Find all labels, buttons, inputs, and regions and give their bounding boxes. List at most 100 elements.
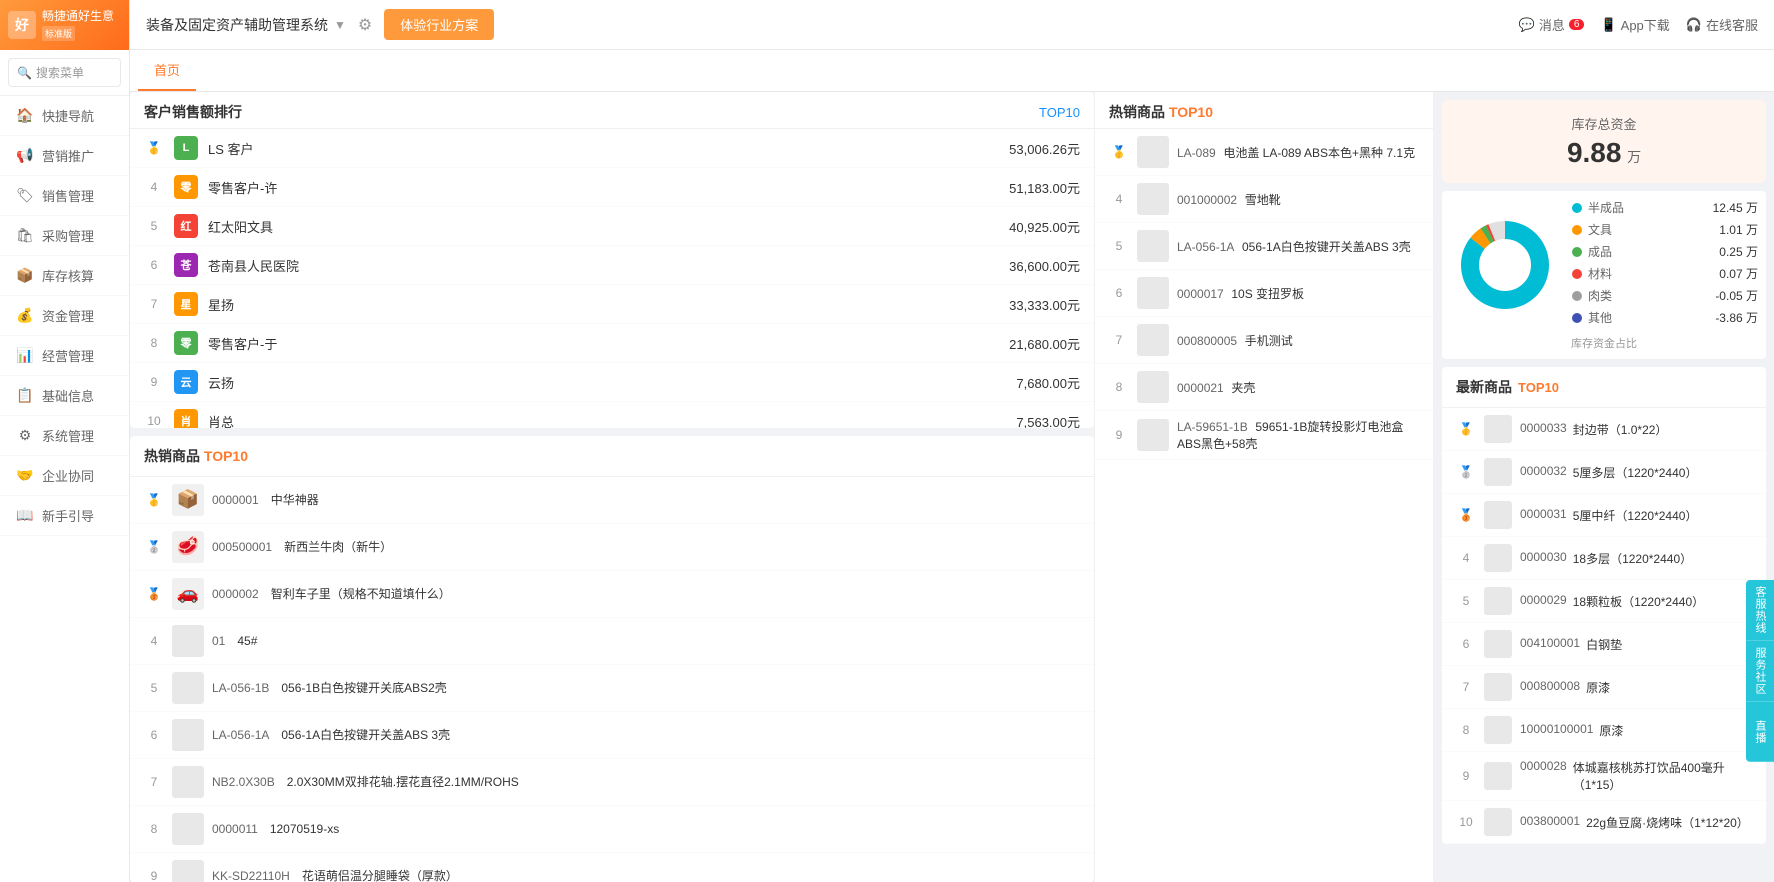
float-btn-service[interactable]: 客服热线 bbox=[1746, 580, 1774, 641]
sidebar-item-sales[interactable]: 🏷 销售管理 bbox=[0, 176, 129, 216]
rank-number: 8 bbox=[144, 822, 164, 836]
product-placeholder bbox=[1484, 808, 1512, 836]
list-item: 5 0000029 18颗粒板（1220*2440） bbox=[1442, 580, 1766, 623]
table-row: 10 肖 肖总 7,563.00元 bbox=[130, 402, 1094, 428]
product-placeholder bbox=[1137, 183, 1169, 215]
list-item: 4 001000002 雪地靴 bbox=[1095, 176, 1433, 223]
avatar: 星 bbox=[174, 292, 198, 316]
trial-button[interactable]: 体验行业方案 bbox=[384, 9, 494, 40]
product-placeholder bbox=[1484, 544, 1512, 572]
float-buttons: 客服热线 服务社区 直播 bbox=[1746, 580, 1774, 762]
sidebar-item-finance[interactable]: 💰 资金管理 bbox=[0, 296, 129, 336]
list-item: 🥇 0000033 封边带（1.0*22） bbox=[1442, 408, 1766, 451]
list-item: 8 0000011 12070519-xs bbox=[130, 806, 1094, 853]
tab-home[interactable]: 首页 bbox=[138, 50, 196, 91]
sidebar-item-basics[interactable]: 📋 基础信息 bbox=[0, 376, 129, 416]
search-menu-button[interactable]: 🔍 搜索菜单 bbox=[8, 58, 121, 87]
rank-number: 8 bbox=[1109, 380, 1129, 394]
settings-icon[interactable]: ⚙ bbox=[358, 15, 372, 35]
sidebar-item-quick-nav[interactable]: 🏠 快捷导航 bbox=[0, 96, 129, 136]
list-item: 7 000800008 原漆 bbox=[1442, 666, 1766, 709]
rank-number: 7 bbox=[1109, 333, 1129, 347]
rank-number: 4 bbox=[1456, 551, 1476, 565]
app-download-button[interactable]: 📱 App下载 bbox=[1600, 15, 1669, 34]
list-item: 4 01 45# bbox=[130, 618, 1094, 665]
sidebar-item-operations[interactable]: 📊 经营管理 bbox=[0, 336, 129, 376]
product-info: 004100001 白钢垫 bbox=[1520, 636, 1752, 653]
chart-inner: 半成品 12.45 万 文具 1.01 万 成品 0.25 万 bbox=[1450, 199, 1758, 331]
legend-dot-icon bbox=[1572, 247, 1582, 257]
sidebar-item-purchase[interactable]: 🛍 采购管理 bbox=[0, 216, 129, 256]
inventory-label: 库存总资金 bbox=[1458, 114, 1750, 133]
online-service-button[interactable]: 🎧 在线客服 bbox=[1686, 15, 1758, 34]
product-placeholder bbox=[1484, 762, 1512, 790]
sidebar-header: 好 畅捷通好生意 标准版 bbox=[0, 0, 129, 50]
rank-number: 4 bbox=[1109, 192, 1129, 206]
list-item: 🥉 🚗 0000002 智利车子里（规格不知道填什么） bbox=[130, 571, 1094, 618]
rank-number: 5 bbox=[1456, 594, 1476, 608]
list-item: 6 LA-056-1A 056-1A白色按键开关盖ABS 3壳 bbox=[130, 712, 1094, 759]
inventory-chart-section: 半成品 12.45 万 文具 1.01 万 成品 0.25 万 bbox=[1442, 191, 1766, 359]
logo-icon: 好 bbox=[8, 11, 36, 39]
list-item: 6 004100001 白钢垫 bbox=[1442, 623, 1766, 666]
sidebar-item-system[interactable]: ⚙ 系统管理 bbox=[0, 416, 129, 456]
legend-item-finished: 成品 0.25 万 bbox=[1572, 243, 1758, 260]
product-placeholder bbox=[1137, 371, 1169, 403]
product-placeholder bbox=[1137, 230, 1169, 262]
product-placeholder bbox=[1484, 630, 1512, 658]
search-section: 🔍 搜索菜单 bbox=[0, 50, 129, 96]
list-item: 🥈 🥩 000500001 新西兰牛肉（新牛） bbox=[130, 524, 1094, 571]
avatar: 云 bbox=[174, 370, 198, 394]
customer-ranking-card: 客户销售额排行 TOP10 🥇 L LS 客户 53,006.26元 4 零 零… bbox=[130, 92, 1094, 428]
avatar: 零 bbox=[174, 175, 198, 199]
list-item: 10 003800001 22g鱼豆腐·烧烤味（1*12*20） bbox=[1442, 801, 1766, 844]
rank-number: 9 bbox=[1456, 769, 1476, 783]
list-item: 🥉 0000031 5厘中纤（1220*2440） bbox=[1442, 494, 1766, 537]
sidebar-item-inventory[interactable]: 📦 库存核算 bbox=[0, 256, 129, 296]
nav-menu: 🏠 快捷导航 📢 营销推广 🏷 销售管理 🛍 采购管理 📦 库存核算 💰 资金管… bbox=[0, 96, 129, 536]
table-row: 5 红 红太阳文具 40,925.00元 bbox=[130, 207, 1094, 246]
donut-svg bbox=[1450, 210, 1560, 320]
product-info: 0000033 封边带（1.0*22） bbox=[1520, 421, 1752, 438]
finance-icon: 💰 bbox=[16, 307, 34, 325]
legend-item-semifinished: 半成品 12.45 万 bbox=[1572, 199, 1758, 216]
topbar-right: 💬 消息 6 📱 App下载 🎧 在线客服 bbox=[1519, 15, 1758, 34]
operations-icon: 📊 bbox=[16, 347, 34, 365]
guide-icon: 📖 bbox=[16, 507, 34, 525]
sidebar-item-cooperation[interactable]: 🤝 企业协同 bbox=[0, 456, 129, 496]
product-info: 0000032 5厘多层（1220*2440） bbox=[1520, 464, 1752, 481]
table-row: 8 零 零售客户-于 21,680.00元 bbox=[130, 324, 1094, 363]
rank-number: 8 bbox=[1456, 723, 1476, 737]
product-placeholder bbox=[1137, 419, 1169, 451]
rank-number: 9 bbox=[144, 375, 164, 389]
product-info: 0000031 5厘中纤（1220*2440） bbox=[1520, 507, 1752, 524]
product-placeholder bbox=[1484, 501, 1512, 529]
inventory-unit: 万 bbox=[1627, 149, 1641, 165]
table-row: 6 苍 苍南县人民医院 36,600.00元 bbox=[130, 246, 1094, 285]
message-button[interactable]: 💬 消息 6 bbox=[1519, 15, 1585, 34]
product-placeholder bbox=[1137, 136, 1169, 168]
product-placeholder bbox=[172, 766, 204, 798]
hot-products-top10: TOP10 bbox=[204, 448, 248, 464]
list-item: 5 LA-056-1A 056-1A白色按键开关盖ABS 3壳 bbox=[1095, 223, 1433, 270]
product-info: 0000028 体城嘉核桃苏打饮品400毫升（1*15） bbox=[1520, 759, 1752, 793]
rank-number: 6 bbox=[144, 258, 164, 272]
inventory-summary-card: 库存总资金 9.88 万 bbox=[1442, 100, 1766, 183]
dropdown-arrow-icon: ▼ bbox=[334, 18, 346, 32]
table-row: 4 零 零售客户-许 51,183.00元 bbox=[130, 168, 1094, 207]
rank-number: 7 bbox=[144, 775, 164, 789]
float-btn-live[interactable]: 直播 bbox=[1746, 702, 1774, 762]
customer-ranking-table: 🥇 L LS 客户 53,006.26元 4 零 零售客户-许 51,183.0… bbox=[130, 129, 1094, 428]
legend-item-other: 其他 -3.86 万 bbox=[1572, 309, 1758, 326]
rank-number: 10 bbox=[144, 414, 164, 428]
sidebar-item-guide[interactable]: 📖 新手引导 bbox=[0, 496, 129, 536]
headset-icon: 🎧 bbox=[1686, 17, 1702, 33]
list-item: 8 10000100001 原漆 bbox=[1442, 709, 1766, 752]
legend-item-stationery: 文具 1.01 万 bbox=[1572, 221, 1758, 238]
sidebar-item-marketing[interactable]: 📢 营销推广 bbox=[0, 136, 129, 176]
list-item: 7 NB2.0X30B 2.0X30MM双排花轴.摆花直径2.1MM/ROHS bbox=[130, 759, 1094, 806]
customer-ranking-header: 客户销售额排行 TOP10 bbox=[130, 92, 1094, 129]
float-btn-community[interactable]: 服务社区 bbox=[1746, 641, 1774, 702]
legend-dot-icon bbox=[1572, 291, 1582, 301]
legend-item-meat: 肉类 -0.05 万 bbox=[1572, 287, 1758, 304]
